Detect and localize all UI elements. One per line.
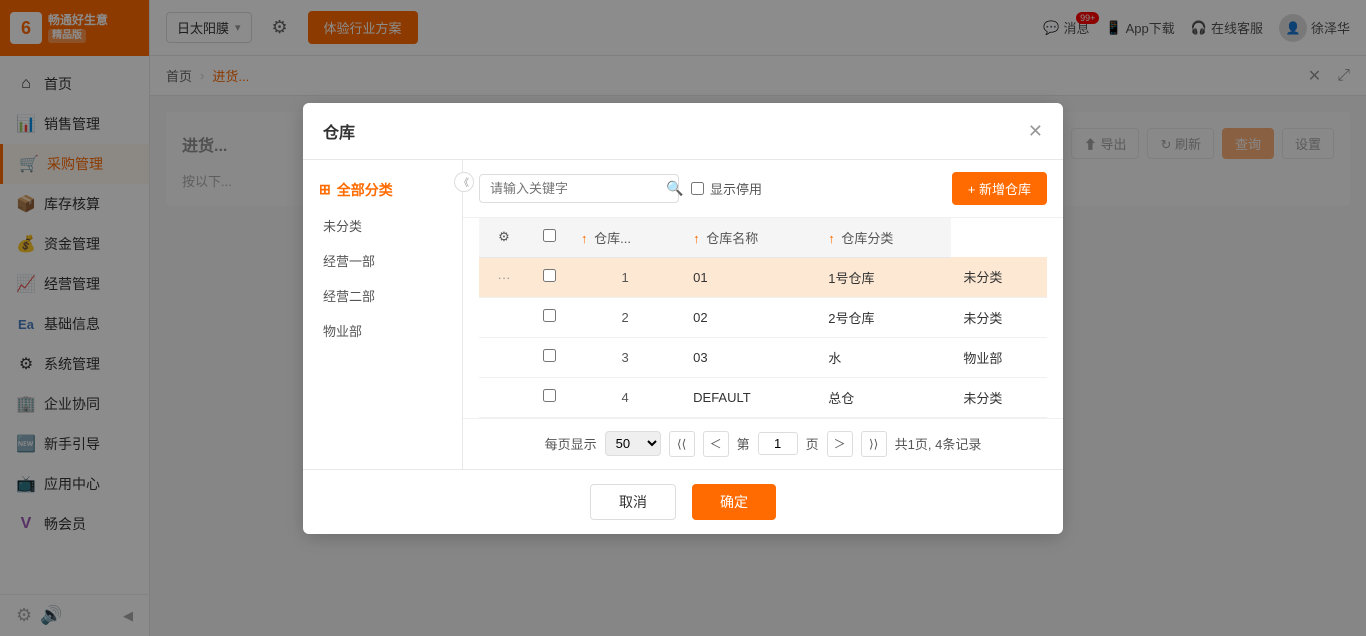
sort-name-icon: ↑ [693, 231, 700, 246]
table-body: ··· 1 01 1号仓库 未分类 [479, 257, 1047, 417]
warehouse-table: ⚙ ↑ 仓库... ↑ [479, 218, 1047, 418]
table-row[interactable]: 3 03 水 物业部 [479, 337, 1047, 377]
sort-category-icon: ↑ [828, 231, 835, 246]
modal-title: 仓库 [323, 119, 355, 143]
row-code-1: 01 [681, 257, 816, 297]
pagination-summary: 共1页, 4条记录 [895, 434, 982, 453]
row-code-4: DEFAULT [681, 377, 816, 417]
modal-main: 🔍 显示停用 + 新增仓库 ⚙ [463, 160, 1063, 469]
row-category-3: 物业部 [951, 337, 1047, 377]
row-checkbox-3[interactable] [543, 349, 556, 362]
page-suffix-label: 页 [806, 434, 819, 453]
row-code-3: 03 [681, 337, 816, 377]
table-row[interactable]: 2 02 2号仓库 未分类 [479, 297, 1047, 337]
modal-header: 仓库 ✕ [303, 103, 1063, 160]
row-check-3 [529, 337, 569, 377]
per-page-label: 每页显示 [545, 434, 597, 453]
row-name-4: 总仓 [816, 377, 951, 417]
next-page-btn[interactable]: ＞ [827, 431, 853, 457]
show-disabled-checkbox[interactable] [691, 182, 704, 195]
col-code-header: ↑ 仓库... [569, 218, 681, 258]
prev-page-btn[interactable]: ＜ [703, 431, 729, 457]
page-number-input[interactable] [758, 432, 798, 455]
modal-toolbar: 🔍 显示停用 + 新增仓库 [463, 160, 1063, 218]
row-actions-4 [479, 377, 529, 417]
row-actions-2 [479, 297, 529, 337]
modal-table-area: ⚙ ↑ 仓库... ↑ [463, 218, 1063, 418]
col-settings-header: ⚙ [479, 218, 529, 258]
col-name-header: ↑ 仓库名称 [681, 218, 816, 258]
show-disabled-option: 显示停用 [691, 179, 762, 198]
row-num-3: 3 [569, 337, 681, 377]
table-row[interactable]: 4 DEFAULT 总仓 未分类 [479, 377, 1047, 417]
row-checkbox-2[interactable] [543, 309, 556, 322]
show-disabled-label: 显示停用 [710, 179, 762, 198]
sort-code-icon: ↑ [581, 231, 588, 246]
warehouse-modal: 仓库 ✕ ⊞ 全部分类 《 未分类 经营一部 经营二部 物业部 [303, 103, 1063, 534]
row-checkbox-1[interactable] [543, 269, 556, 282]
category-sidebar: ⊞ 全部分类 《 未分类 经营一部 经营二部 物业部 [303, 160, 463, 469]
row-name-1: 1号仓库 [816, 257, 951, 297]
modal-pagination: 每页显示 50 10 20 100 ⟨⟨ ＜ 第 页 ＞ ⟩⟩ 共1页, 4条记… [463, 418, 1063, 469]
cancel-btn[interactable]: 取消 [590, 484, 676, 520]
modal-overlay: 仓库 ✕ ⊞ 全部分类 《 未分类 经营一部 经营二部 物业部 [0, 0, 1366, 636]
table-row[interactable]: ··· 1 01 1号仓库 未分类 [479, 257, 1047, 297]
category-all-label: 全部分类 [337, 180, 393, 200]
select-all-checkbox[interactable] [543, 229, 556, 242]
row-category-1: 未分类 [951, 257, 1047, 297]
category-item-dept1[interactable]: 经营一部 [303, 243, 462, 278]
first-page-btn[interactable]: ⟨⟨ [669, 431, 695, 457]
search-icon[interactable]: 🔍 [666, 180, 683, 197]
row-num-4: 4 [569, 377, 681, 417]
modal-footer: 取消 确定 [303, 469, 1063, 534]
row-check-1 [529, 257, 569, 297]
col-check-header [529, 218, 569, 258]
row-num-1: 1 [569, 257, 681, 297]
category-item-dept2[interactable]: 经营二部 [303, 278, 462, 313]
last-page-btn[interactable]: ⟩⟩ [861, 431, 887, 457]
row-actions-1: ··· [479, 257, 529, 297]
row-check-2 [529, 297, 569, 337]
search-input[interactable] [490, 181, 666, 196]
row-name-2: 2号仓库 [816, 297, 951, 337]
col-category-header: ↑ 仓库分类 [816, 218, 951, 258]
page-prefix-label: 第 [737, 434, 750, 453]
per-page-select[interactable]: 50 10 20 100 [605, 431, 661, 456]
row-check-4 [529, 377, 569, 417]
row-num-2: 2 [569, 297, 681, 337]
modal-body: ⊞ 全部分类 《 未分类 经营一部 经营二部 物业部 🔍 [303, 160, 1063, 469]
confirm-btn[interactable]: 确定 [692, 484, 776, 520]
modal-close-btn[interactable]: ✕ [1028, 122, 1043, 140]
row-checkbox-4[interactable] [543, 389, 556, 402]
row-actions-3 [479, 337, 529, 377]
search-box: 🔍 [479, 174, 679, 203]
row-action-dots-1[interactable]: ··· [498, 270, 511, 285]
settings-col-icon: ⚙ [498, 229, 510, 244]
row-name-3: 水 [816, 337, 951, 377]
row-category-4: 未分类 [951, 377, 1047, 417]
category-item-unclassified[interactable]: 未分类 [303, 208, 462, 243]
table-header-row: ⚙ ↑ 仓库... ↑ [479, 218, 1047, 258]
category-collapse-btn[interactable]: 《 [454, 172, 474, 192]
new-warehouse-btn[interactable]: + 新增仓库 [952, 172, 1047, 205]
row-code-2: 02 [681, 297, 816, 337]
category-all-btn[interactable]: ⊞ 全部分类 [303, 172, 462, 208]
category-item-property[interactable]: 物业部 [303, 313, 462, 348]
row-category-2: 未分类 [951, 297, 1047, 337]
grid-icon: ⊞ [319, 181, 331, 198]
